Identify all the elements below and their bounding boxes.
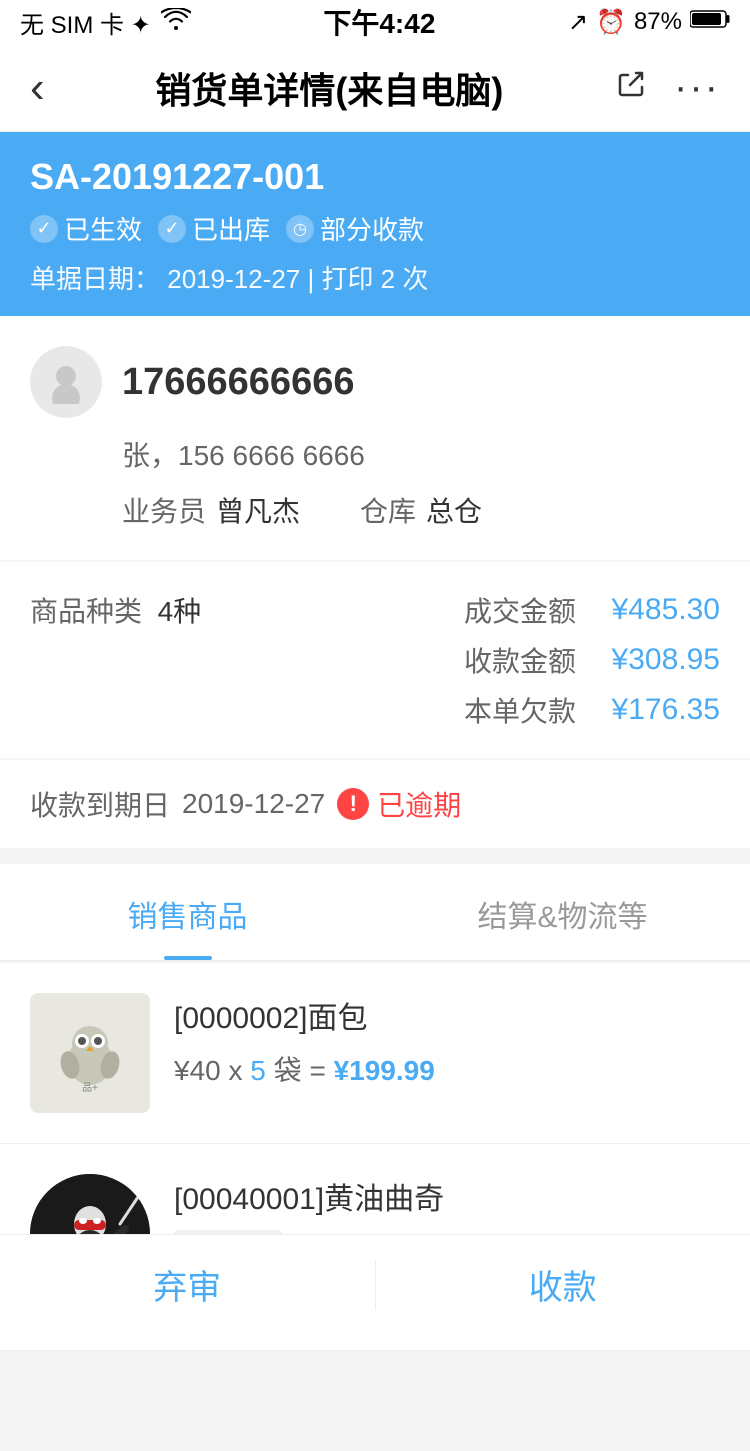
category-label: 商品种类 xyxy=(30,596,142,627)
due-label: 本单欠款 xyxy=(464,690,576,730)
header-date: 单据日期： 2019-12-27 | 打印 2 次 xyxy=(30,259,720,296)
warehouse-item: 仓库 总仓 xyxy=(360,490,482,530)
order-id: SA-20191227-001 xyxy=(30,156,720,198)
status-bar-time: 下午4:42 xyxy=(323,2,435,42)
salesperson-label: 业务员 xyxy=(122,490,206,530)
received-value: ¥308.95 xyxy=(600,643,720,677)
deal-amount-row: 成交金额 ¥485.30 xyxy=(464,590,720,630)
customer-id: 17666666666 xyxy=(122,361,354,404)
due-value: ¥176.35 xyxy=(600,693,720,727)
share-icon[interactable] xyxy=(614,65,650,110)
svg-text:品+: 品+ xyxy=(82,1082,98,1093)
avatar xyxy=(30,346,102,418)
badge-partial-label: 部分收款 xyxy=(320,210,424,247)
battery-icon xyxy=(690,8,730,36)
nav-right-actions: ··· xyxy=(614,65,720,110)
overdue-badge: ! 已逾期 xyxy=(337,784,461,824)
due-date-label: 收款到期日 xyxy=(30,784,170,824)
status-bar: 无 SIM 卡 ✦ 下午4:42 ↗ ⏰ 87% xyxy=(0,0,750,44)
battery-label: 87% xyxy=(634,8,682,36)
header-banner: SA-20191227-001 ✓ 已生效 ✓ 已出库 ◷ 部分收款 单据日期：… xyxy=(0,132,750,316)
alarm-icon: ⏰ xyxy=(596,8,626,37)
category-value: 4种 xyxy=(158,596,202,627)
status-bar-left: 无 SIM 卡 ✦ xyxy=(20,5,191,40)
nav-bar: ‹ 销货单详情(来自电脑) ··· xyxy=(0,44,750,132)
check-icon-2: ✓ xyxy=(158,215,186,243)
more-icon[interactable]: ··· xyxy=(674,65,720,110)
customer-row: 17666666666 xyxy=(30,346,720,418)
tab-settlement[interactable]: 结算&物流等 xyxy=(375,864,750,960)
product-price-unit-1: ¥40 xyxy=(174,1055,221,1086)
product-total-1: ¥199.99 xyxy=(334,1055,435,1086)
product-image-1: 品+ xyxy=(30,993,150,1113)
tabs-row: 销售商品 结算&物流等 xyxy=(0,864,750,961)
x-label-1: x xyxy=(229,1055,251,1086)
product-name-1: [0000002]面包 xyxy=(174,993,720,1037)
deal-amount-value: ¥485.30 xyxy=(600,593,720,627)
product-price-1: ¥40 x 5 袋 = ¥199.99 xyxy=(174,1049,720,1089)
collect-payment-button[interactable]: 收款 xyxy=(376,1236,750,1333)
header-badges: ✓ 已生效 ✓ 已出库 ◷ 部分收款 xyxy=(30,210,720,247)
cancel-review-button[interactable]: 弃审 xyxy=(0,1236,375,1333)
due-row: 本单欠款 ¥176.35 xyxy=(464,690,720,730)
product-unit-1: 袋 xyxy=(274,1055,302,1086)
summary-section: 商品种类 4种 成交金额 ¥485.30 收款金额 ¥308.95 本单欠款 ¥… xyxy=(0,562,750,758)
overdue-icon: ! xyxy=(337,788,369,820)
summary-right: 成交金额 ¥485.30 收款金额 ¥308.95 本单欠款 ¥176.35 xyxy=(464,590,720,730)
badge-effective: ✓ 已生效 xyxy=(30,210,142,247)
customer-phone: 张，156 6666 6666 xyxy=(30,434,720,474)
tab-settlement-label: 结算&物流等 xyxy=(477,901,647,934)
tab-sales-product-label: 销售商品 xyxy=(128,901,248,934)
warehouse-label: 仓库 xyxy=(360,490,416,530)
product-qty-1: 5 xyxy=(250,1055,266,1086)
status-bar-right: ↗ ⏰ 87% xyxy=(568,8,730,37)
due-date-value: 2019-12-27 xyxy=(182,788,325,820)
salesperson-value: 曾凡杰 xyxy=(216,490,300,530)
equals-1: = xyxy=(309,1055,333,1086)
overdue-label: 已逾期 xyxy=(377,784,461,824)
badge-shipped: ✓ 已出库 xyxy=(158,210,270,247)
warehouse-value: 总仓 xyxy=(426,490,482,530)
page-title: 销货单详情(来自电脑) xyxy=(155,62,503,114)
location-icon: ↗ xyxy=(568,8,588,37)
badge-partial: ◷ 部分收款 xyxy=(286,210,424,247)
customer-meta: 业务员 曾凡杰 仓库 总仓 xyxy=(30,490,720,530)
due-section: 收款到期日 2019-12-27 ! 已逾期 xyxy=(0,760,750,848)
product-name-2: [00040001]黄油曲奇 xyxy=(174,1174,720,1218)
product-info-1: [0000002]面包 ¥40 x 5 袋 = ¥199.99 xyxy=(174,993,720,1089)
clock-icon: ◷ xyxy=(286,215,314,243)
received-label: 收款金额 xyxy=(464,640,576,680)
tab-sales-product[interactable]: 销售商品 xyxy=(0,864,375,960)
wifi-icon xyxy=(161,8,191,37)
summary-left: 商品种类 4种 xyxy=(30,590,201,630)
salesperson-item: 业务员 曾凡杰 xyxy=(122,490,300,530)
received-row: 收款金额 ¥308.95 xyxy=(464,640,720,680)
badge-shipped-label: 已出库 xyxy=(192,210,270,247)
no-sim-label: 无 SIM 卡 ✦ xyxy=(20,5,151,40)
check-icon-1: ✓ xyxy=(30,215,58,243)
badge-effective-label: 已生效 xyxy=(64,210,142,247)
list-item: 品+ [0000002]面包 ¥40 x 5 袋 = ¥199.99 xyxy=(0,963,750,1144)
bottom-bar: 弃审 收款 xyxy=(0,1234,750,1334)
deal-amount-label: 成交金额 xyxy=(464,590,576,630)
back-button[interactable]: ‹ xyxy=(30,63,45,113)
tabs-section: 销售商品 结算&物流等 xyxy=(0,864,750,961)
customer-section: 17666666666 张，156 6666 6666 业务员 曾凡杰 仓库 总… xyxy=(0,316,750,560)
